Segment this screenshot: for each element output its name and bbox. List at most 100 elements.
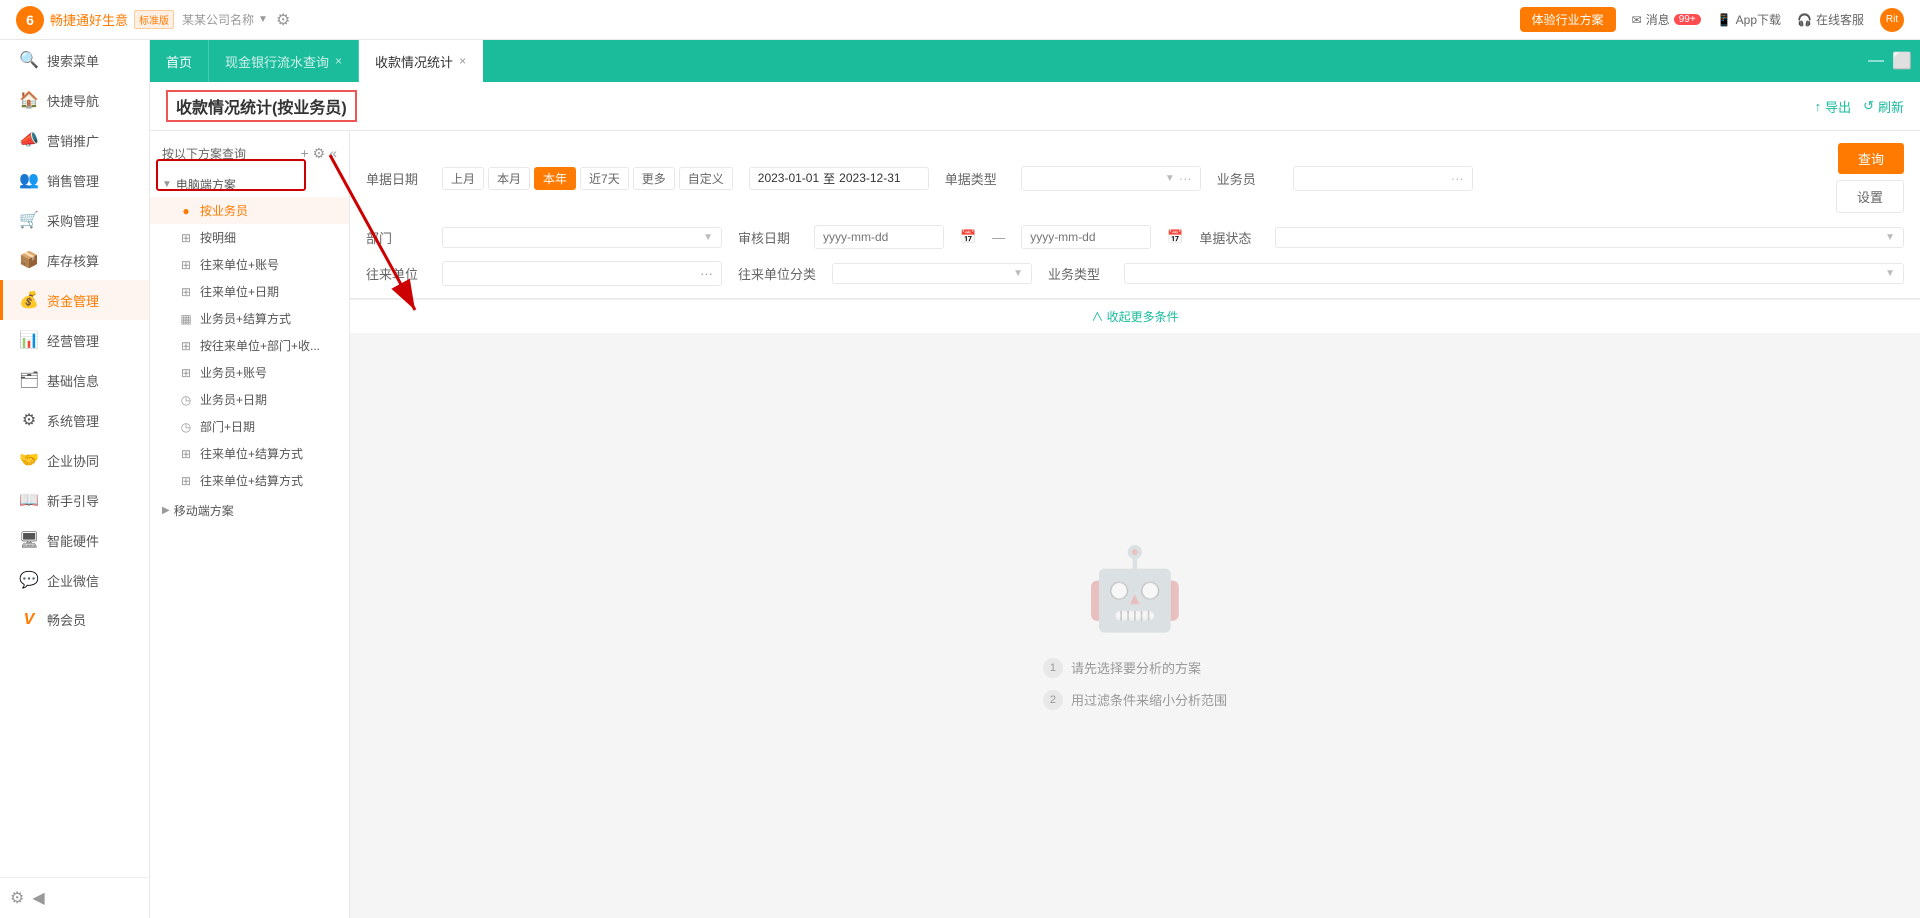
sidebar-item-finance[interactable]: 💰 资金管理 <box>0 280 149 320</box>
biz-type-arrow-icon: ▼ <box>1885 268 1895 279</box>
tab-receipt-close-icon[interactable]: × <box>459 54 466 68</box>
sidebar-item-label: 经营管理 <box>47 331 99 350</box>
audit-date-end-input[interactable] <box>1021 225 1151 249</box>
salesman-select[interactable]: ··· <box>1293 166 1473 191</box>
page-content: 收款情况统计(按业务员) ↑ 导出 ↺ 刷新 <box>150 82 1920 918</box>
by-salesman-method-icon: ▦ <box>178 312 194 326</box>
company-dropdown-icon: ▼ <box>258 14 268 25</box>
filter-row-3: 往来单位 ··· 往来单位分类 ▼ 业务类型 <box>366 261 1904 286</box>
panel-header-text: 按以下方案查询 <box>162 145 246 162</box>
logo-text: 畅捷通好生意 <box>50 10 128 29</box>
sidebar-item-hardware[interactable]: 🖥 智能硬件 <box>0 520 149 560</box>
app-download-label: App下载 <box>1736 11 1781 28</box>
page-header: 收款情况统计(按业务员) ↑ 导出 ↺ 刷新 <box>150 82 1920 131</box>
sidebar-item-inventory[interactable]: 📦 库存核算 <box>0 240 149 280</box>
collapse-bar[interactable]: ∧ 收起更多条件 <box>350 299 1920 333</box>
partner-label: 往来单位 <box>366 264 426 283</box>
message-item[interactable]: ✉ 消息 99+ <box>1632 11 1701 28</box>
mobile-group-header[interactable]: ▶ 移动端方案 <box>150 498 349 523</box>
date-more-btn[interactable]: 更多 <box>633 167 675 190</box>
export-button[interactable]: ↑ 导出 <box>1815 97 1852 116</box>
tab-maximize-icon[interactable]: ⬜ <box>1892 51 1912 71</box>
partner-category-select[interactable]: ▼ <box>832 263 1032 284</box>
date-range-input[interactable]: 2023-01-01 至 2023-12-31 <box>749 167 929 190</box>
sidebar-item-purchase[interactable]: 🛒 采购管理 <box>0 200 149 240</box>
tab-receipt[interactable]: 收款情况统计 × <box>359 40 483 82</box>
doc-status-label: 单据状态 <box>1199 228 1259 247</box>
sidebar-item-operations[interactable]: 📊 经营管理 <box>0 320 149 360</box>
app-download-item[interactable]: 📱 App下载 <box>1717 11 1781 28</box>
date-last-month-btn[interactable]: 上月 <box>442 167 484 190</box>
panel-add-icon[interactable]: + <box>300 145 308 162</box>
doc-type-more-icon[interactable]: ··· <box>1179 171 1192 186</box>
main-content: 首页 现金银行流水查询 × 收款情况统计 × — ⬜ 收款情况统计(按业务员) <box>150 40 1920 918</box>
panel-header: 按以下方案查询 + ⚙ « <box>150 139 349 168</box>
panel-header-icons: + ⚙ « <box>300 145 337 162</box>
audit-date-calendar-icon[interactable]: 📅 <box>960 229 976 245</box>
scheme-item-by-detail[interactable]: ⊞ 按明细 <box>150 224 349 251</box>
online-service-item[interactable]: 🎧 在线客服 <box>1797 11 1864 28</box>
scheme-item-by-salesman-date[interactable]: ◷ 业务员+日期 <box>150 386 349 413</box>
sidebar-item-wechat[interactable]: 💬 企业微信 <box>0 560 149 600</box>
sidebar-item-search-menu[interactable]: 🔍 搜索菜单 <box>0 40 149 80</box>
salesman-more-icon[interactable]: ··· <box>1451 171 1464 186</box>
scheme-item-by-salesman[interactable]: ● 按业务员 <box>150 197 349 224</box>
sidebar-item-enterprise[interactable]: 🤝 企业协同 <box>0 440 149 480</box>
sidebar-item-basic[interactable]: 🗂 基础信息 <box>0 360 149 400</box>
finance-icon: 💰 <box>19 290 39 310</box>
dept-select[interactable]: ▼ <box>442 227 722 248</box>
refresh-button[interactable]: ↺ 刷新 <box>1863 97 1904 116</box>
scheme-item-by-salesman-account[interactable]: ⊞ 业务员+账号 <box>150 359 349 386</box>
tab-bank-close-icon[interactable]: × <box>335 54 342 68</box>
scheme-item-label: 业务员+账号 <box>200 364 267 381</box>
sidebar-item-system[interactable]: ⚙ 系统管理 <box>0 400 149 440</box>
biz-type-select[interactable]: ▼ <box>1124 263 1904 284</box>
doc-type-select[interactable]: ▼ ··· <box>1021 166 1201 191</box>
doc-status-select[interactable]: ▼ <box>1275 227 1904 248</box>
sidebar-item-guide[interactable]: 📖 新手引导 <box>0 480 149 520</box>
date-this-month-btn[interactable]: 本月 <box>488 167 530 190</box>
tab-bank[interactable]: 现金银行流水查询 × <box>209 40 359 82</box>
desktop-group-header[interactable]: ▼ 电脑端方案 <box>150 172 349 197</box>
sidebar-item-quick-nav[interactable]: 🏠 快捷导航 <box>0 80 149 120</box>
panel-settings-icon[interactable]: ⚙ <box>313 145 326 162</box>
partner-more-icon[interactable]: ··· <box>700 266 713 281</box>
trial-button[interactable]: 体验行业方案 <box>1520 7 1616 32</box>
set-button[interactable]: 设置 <box>1836 180 1904 213</box>
tab-home[interactable]: 首页 <box>150 40 209 82</box>
query-button[interactable]: 查询 <box>1838 143 1904 174</box>
audit-date-end-calendar-icon[interactable]: 📅 <box>1167 229 1183 245</box>
partner-select[interactable]: ··· <box>442 261 722 286</box>
date-custom-btn[interactable]: 自定义 <box>679 167 733 190</box>
user-avatar[interactable]: Rit <box>1880 8 1904 32</box>
date-last-7-days-btn[interactable]: 近7天 <box>580 167 629 190</box>
message-icon: ✉ <box>1632 13 1642 27</box>
step-2-text: 用过滤条件来缩小分析范围 <box>1071 690 1227 709</box>
scheme-item-by-partner-method2[interactable]: ⊞ 往来单位+结算方式 <box>150 467 349 494</box>
scheme-item-by-partner-account[interactable]: ⊞ 往来单位+账号 <box>150 251 349 278</box>
guide-icon: 📖 <box>19 490 39 510</box>
scheme-item-by-partner-dept[interactable]: ⊞ 按往来单位+部门+收... <box>150 332 349 359</box>
sidebar-settings-icon[interactable]: ⚙ <box>10 888 24 908</box>
company-selector[interactable]: 某某公司名称 ▼ <box>182 11 268 28</box>
scheme-item-by-salesman-method[interactable]: ▦ 业务员+结算方式 <box>150 305 349 332</box>
date-this-year-btn[interactable]: 本年 <box>534 167 576 190</box>
operations-icon: 📊 <box>19 330 39 350</box>
scheme-item-by-partner-date[interactable]: ⊞ 往来单位+日期 <box>150 278 349 305</box>
sidebar-item-sales[interactable]: 👥 销售管理 <box>0 160 149 200</box>
settings-icon[interactable]: ⚙ <box>276 10 290 30</box>
sidebar-item-member[interactable]: V 畅会员 <box>0 600 149 639</box>
sidebar-item-label: 库存核算 <box>47 251 99 270</box>
tab-minimize-icon[interactable]: — <box>1868 52 1884 70</box>
export-label: 导出 <box>1825 97 1851 116</box>
panel-collapse-icon[interactable]: « <box>329 145 337 162</box>
sidebar-collapse-icon[interactable]: ◀ <box>32 888 44 908</box>
sidebar-item-label: 新手引导 <box>47 491 99 510</box>
audit-date-start-input[interactable] <box>814 225 944 249</box>
main-right: 单据日期 上月 本月 本年 近7天 更多 自定义 2023-01-01 <box>350 131 1920 918</box>
tab-bar: 首页 现金银行流水查询 × 收款情况统计 × — ⬜ <box>150 40 1920 82</box>
scheme-item-by-partner-method1[interactable]: ⊞ 往来单位+结算方式 <box>150 440 349 467</box>
sidebar-item-marketing[interactable]: 📣 营销推广 <box>0 120 149 160</box>
scheme-item-by-dept-date[interactable]: ◷ 部门+日期 <box>150 413 349 440</box>
basic-icon: 🗂 <box>19 370 39 390</box>
